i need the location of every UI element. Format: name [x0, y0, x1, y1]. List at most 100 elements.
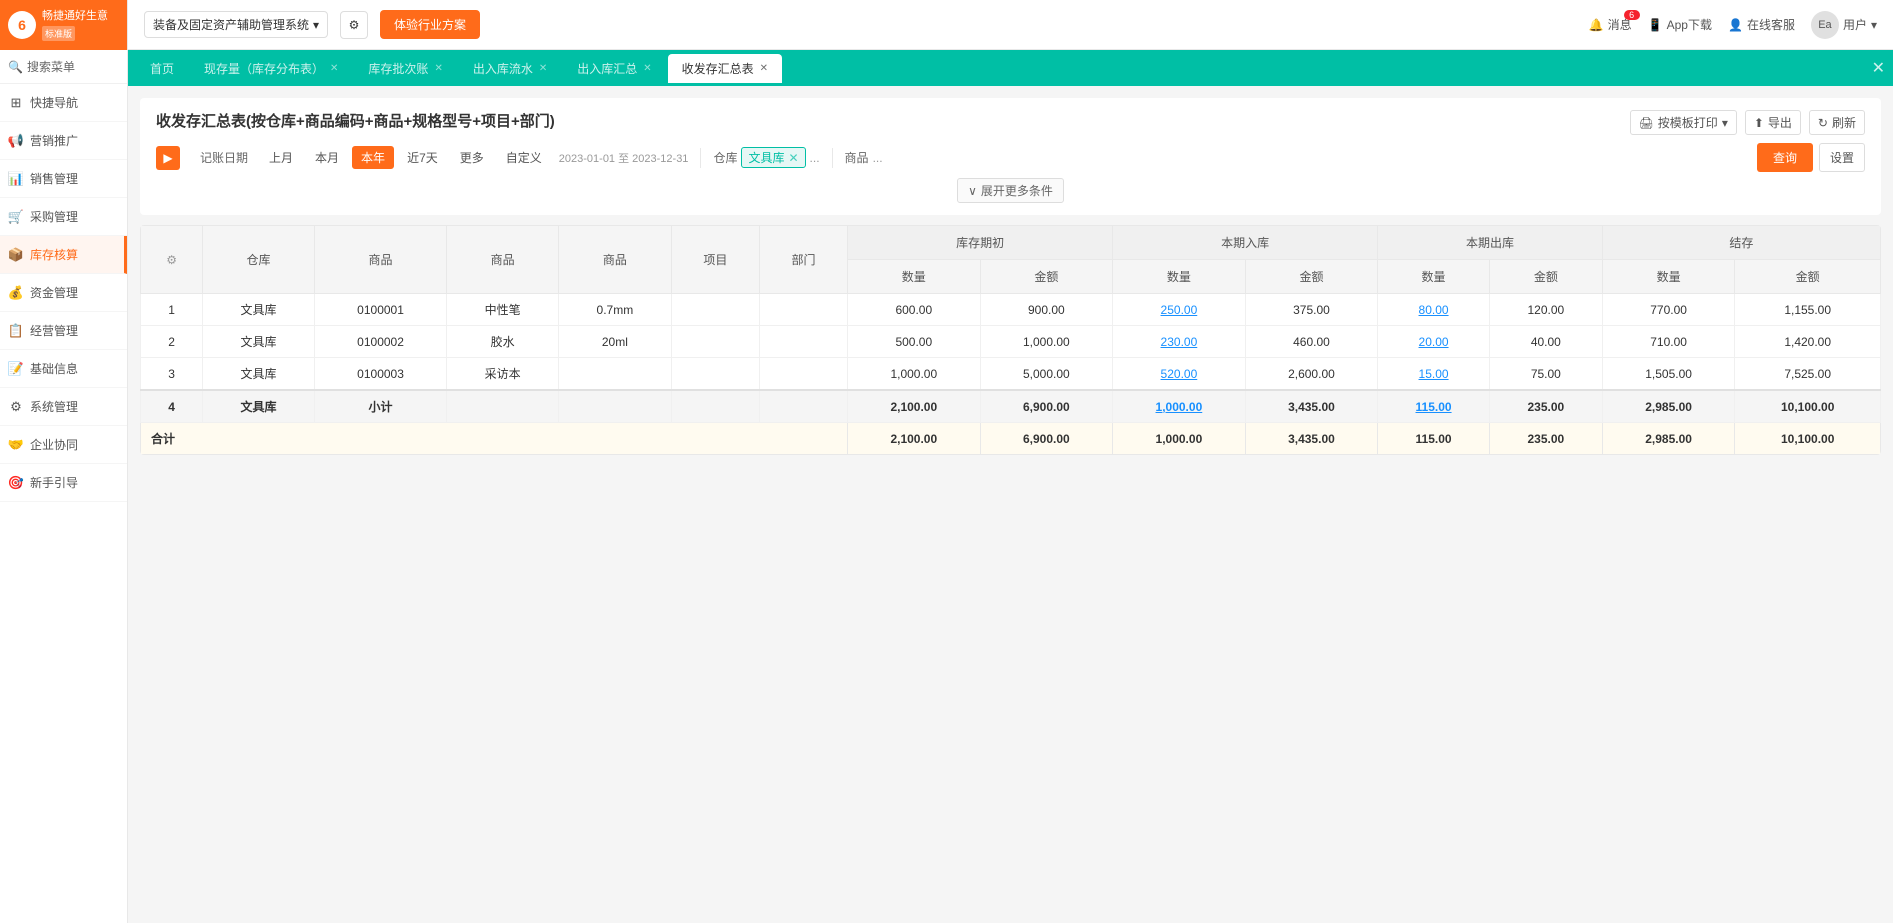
- page-actions: 🖨 按模板打印 ▾ ⬆ 导出 ↻ 刷新: [1630, 110, 1865, 135]
- row3-close-amt: 7,525.00: [1735, 358, 1881, 391]
- sidebar-item-sales[interactable]: 📊 销售管理: [0, 160, 127, 198]
- system-select[interactable]: 装备及固定资产辅助管理系统 ▾: [144, 11, 328, 38]
- tab-stock-dist[interactable]: 现存量（库存分布表） ✕: [190, 54, 352, 83]
- sub-in-qty[interactable]: 1,000.00: [1113, 390, 1246, 423]
- total-out-amt: 235.00: [1489, 423, 1602, 455]
- sidebar-item-inventory[interactable]: 📦 库存核算: [0, 236, 127, 274]
- filter-settings-btn[interactable]: 设置: [1819, 143, 1865, 172]
- export-btn[interactable]: ⬆ 导出: [1745, 110, 1801, 135]
- total-label: 合计: [141, 423, 848, 455]
- th-in-amt: 金额: [1245, 260, 1378, 294]
- tab-recv-summary[interactable]: 收发存汇总表 ✕: [668, 54, 782, 83]
- sidebar-item-operation[interactable]: 📋 经营管理: [0, 312, 127, 350]
- date-btn-this-year[interactable]: 本年: [352, 146, 394, 169]
- sidebar-logo: 6 畅捷通好生意 标准版: [0, 0, 127, 50]
- tab-recv-summary-close[interactable]: ✕: [760, 63, 768, 74]
- sidebar-item-basic[interactable]: 📝 基础信息: [0, 350, 127, 388]
- tab-flow[interactable]: 出入库流水 ✕: [459, 54, 561, 83]
- goods-filter-label: 商品: [845, 149, 869, 166]
- refresh-btn[interactable]: ↻ 刷新: [1809, 110, 1865, 135]
- marketing-icon: 📢: [8, 133, 24, 149]
- filter-toggle[interactable]: ▶: [156, 146, 180, 170]
- expand-more-btn[interactable]: ∨ 展开更多条件: [957, 178, 1064, 203]
- date-btn-custom[interactable]: 自定义: [497, 146, 551, 169]
- corp-icon: 🤝: [8, 437, 24, 453]
- sidebar-item-label: 营销推广: [30, 132, 78, 149]
- sidebar-item-finance[interactable]: 💰 资金管理: [0, 274, 127, 312]
- print-btn[interactable]: 🖨 按模板打印 ▾: [1630, 110, 1737, 135]
- bell-icon: 🔔: [1589, 18, 1604, 32]
- date-btn-7days[interactable]: 近7天: [398, 146, 447, 169]
- trial-btn[interactable]: 体验行业方案: [380, 10, 480, 39]
- row2-warehouse: 文具库: [203, 326, 315, 358]
- warehouse-more[interactable]: ...: [810, 151, 820, 165]
- sidebar-item-corp[interactable]: 🤝 企业协同: [0, 426, 127, 464]
- row3-spec: [558, 358, 671, 391]
- sidebar-item-quick-nav[interactable]: ⊞ 快捷导航: [0, 84, 127, 122]
- sidebar-item-purchase[interactable]: 🛒 采购管理: [0, 198, 127, 236]
- tab-recv-summary-label: 收发存汇总表: [682, 60, 754, 77]
- sidebar-search[interactable]: 🔍 搜索菜单: [0, 50, 127, 84]
- row3-project: [671, 358, 759, 391]
- row2-out-qty[interactable]: 20.00: [1378, 326, 1490, 358]
- sidebar-item-label: 企业协同: [30, 436, 78, 453]
- date-btn-more[interactable]: 更多: [451, 146, 493, 169]
- messages-btn[interactable]: 🔔 消息 6: [1589, 16, 1632, 33]
- sub-out-qty[interactable]: 115.00: [1378, 390, 1490, 423]
- main-area: 装备及固定资产辅助管理系统 ▾ ⚙ 体验行业方案 🔔 消息 6 📱 App下载 …: [128, 0, 1893, 923]
- row1-open-qty: 600.00: [848, 294, 981, 326]
- search-icon: 🔍: [8, 60, 23, 74]
- th-close-amt: 金额: [1735, 260, 1881, 294]
- online-service-btn[interactable]: 👤 在线客服: [1728, 16, 1795, 33]
- chevron-down-icon: ▾: [313, 18, 319, 32]
- sub-in-amt: 3,435.00: [1245, 390, 1378, 423]
- tab-stock-dist-close[interactable]: ✕: [330, 63, 338, 74]
- sub-open-amt: 6,900.00: [980, 390, 1113, 423]
- app-label: App下载: [1667, 16, 1712, 33]
- tab-summary-close[interactable]: ✕: [643, 63, 651, 74]
- row3-no: 3: [141, 358, 203, 391]
- row3-in-qty[interactable]: 520.00: [1113, 358, 1246, 391]
- user-menu[interactable]: Ea 用户 ▾: [1811, 11, 1877, 39]
- tabs-close-all[interactable]: ✕: [1872, 58, 1885, 78]
- table-container: ⚙ 仓库 商品 商品 商品 项目 部门 库存期初 本期入库 本期出库 结存 数量: [140, 225, 1881, 455]
- sidebar-item-label: 系统管理: [30, 398, 78, 415]
- row2-in-qty[interactable]: 230.00: [1113, 326, 1246, 358]
- total-open-amt: 6,900.00: [980, 423, 1113, 455]
- goods-more[interactable]: ...: [873, 151, 883, 165]
- row3-open-qty: 1,000.00: [848, 358, 981, 391]
- th-goods-code: 商品: [314, 226, 447, 294]
- settings-button[interactable]: ⚙: [340, 11, 368, 39]
- tab-home[interactable]: 首页: [136, 54, 188, 83]
- date-btn-last-month[interactable]: 上月: [260, 146, 302, 169]
- topbar: 装备及固定资产辅助管理系统 ▾ ⚙ 体验行业方案 🔔 消息 6 📱 App下载 …: [128, 0, 1893, 50]
- app-download-btn[interactable]: 📱 App下载: [1648, 16, 1712, 33]
- tab-summary[interactable]: 出入库汇总 ✕: [563, 54, 665, 83]
- th-open-qty: 数量: [848, 260, 981, 294]
- row1-out-qty[interactable]: 80.00: [1378, 294, 1490, 326]
- date-btn-this-month[interactable]: 本月: [306, 146, 348, 169]
- tab-batch-close[interactable]: ✕: [434, 63, 442, 74]
- table-row: 2 文具库 0100002 胶水 20ml 500.00 1,000.00 23…: [141, 326, 1881, 358]
- finance-icon: 💰: [8, 285, 24, 301]
- warehouse-filter-label: 仓库: [713, 149, 737, 166]
- warehouse-tag[interactable]: 文具库 ✕: [741, 147, 805, 168]
- print-label: 按模板打印: [1658, 114, 1718, 131]
- sidebar-item-marketing[interactable]: 📢 营销推广: [0, 122, 127, 160]
- query-btn[interactable]: 查询: [1757, 143, 1813, 172]
- tab-flow-close[interactable]: ✕: [539, 63, 547, 74]
- row2-code: 0100002: [314, 326, 447, 358]
- sidebar-item-system[interactable]: ⚙ 系统管理: [0, 388, 127, 426]
- basic-icon: 📝: [8, 361, 24, 377]
- row3-out-qty[interactable]: 15.00: [1378, 358, 1490, 391]
- table-settings-col[interactable]: ⚙: [141, 226, 203, 294]
- mobile-icon: 📱: [1648, 18, 1663, 32]
- warehouse-tag-close-icon[interactable]: ✕: [788, 151, 798, 165]
- sidebar-item-guide[interactable]: 🎯 新手引导: [0, 464, 127, 502]
- th-warehouse: 仓库: [203, 226, 315, 294]
- warehouse-tag-text: 文具库: [748, 149, 784, 166]
- tab-batch[interactable]: 库存批次账 ✕: [354, 54, 456, 83]
- row1-in-qty[interactable]: 250.00: [1113, 294, 1246, 326]
- row2-out-amt: 40.00: [1489, 326, 1602, 358]
- total-in-qty: 1,000.00: [1113, 423, 1246, 455]
